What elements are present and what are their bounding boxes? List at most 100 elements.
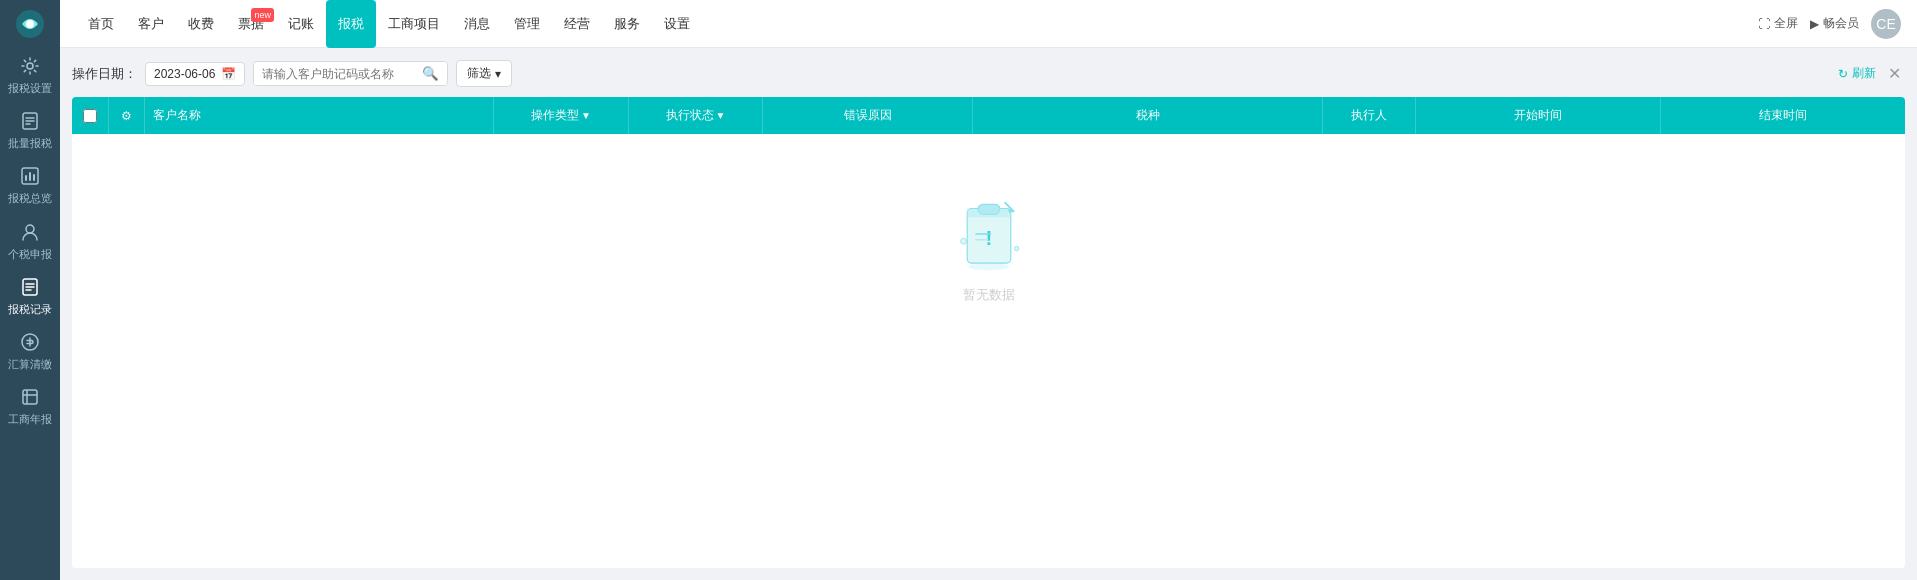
topnav-item-receivable[interactable]: 收费	[176, 0, 226, 48]
th-executor: 执行人	[1323, 97, 1416, 134]
topnav-item-message[interactable]: 消息	[452, 0, 502, 48]
svg-point-30	[1014, 246, 1018, 250]
filter-icon-op[interactable]: ▼	[581, 110, 591, 121]
th-error-reason: 错误原因	[763, 97, 973, 134]
empty-illustration: !	[949, 194, 1029, 274]
fullscreen-label: 全屏	[1774, 15, 1798, 32]
personal-tax-icon	[20, 222, 40, 245]
topnav-label: 报税	[338, 15, 364, 33]
topnav-label: 首页	[88, 15, 114, 33]
svg-rect-22	[967, 209, 1011, 218]
svg-point-2	[27, 63, 33, 69]
member-label: 畅会员	[1823, 15, 1859, 32]
th-gear: ⚙	[108, 97, 144, 134]
main-area: 首页 客户 收费票据new 记账 报税 工商项目 消息 管理 经营 服务 设置 ⛶ 全屏 ▶ 畅会员…	[60, 0, 1917, 580]
toolbar: 操作日期： 2023-06-06 📅 🔍 筛选 ▾ ↻ 刷新 ✕	[72, 60, 1905, 87]
refresh-icon: ↻	[1838, 67, 1848, 81]
topnav-right: ⛶ 全屏 ▶ 畅会员 CE	[1758, 9, 1901, 39]
chevron-down-icon: ▾	[495, 67, 501, 81]
svg-point-28	[968, 263, 1009, 270]
annual-report-icon	[20, 387, 40, 410]
th-tax-type: 税种	[973, 97, 1323, 134]
sidebar-item-annual-report[interactable]: 工商年报	[0, 379, 60, 434]
sidebar-item-label: 汇算清缴	[8, 358, 52, 371]
th-customer-name: 客户名称	[144, 97, 494, 134]
topnav-item-invoice[interactable]: 票据new	[226, 0, 276, 48]
topnav-item-manage[interactable]: 管理	[502, 0, 552, 48]
topnav-label: 经营	[564, 15, 590, 33]
topnav-item-accounting[interactable]: 记账	[276, 0, 326, 48]
sidebar-item-settlement[interactable]: 汇算清缴	[0, 324, 60, 379]
topnav-label: 设置	[664, 15, 690, 33]
empty-text: 暂无数据	[963, 286, 1015, 304]
search-input[interactable]	[254, 63, 414, 85]
sidebar-item-label: 批量报税	[8, 137, 52, 150]
sidebar-item-label: 个税申报	[8, 248, 52, 261]
member-button[interactable]: ▶ 畅会员	[1810, 15, 1859, 32]
member-icon: ▶	[1810, 17, 1819, 31]
th-start-time: 开始时间	[1415, 97, 1660, 134]
table-container: ⚙ 客户名称 操作类型 ▼ 执行状态 ▼ 错误原因 税种 执行人 开始时间	[72, 97, 1905, 568]
fullscreen-icon: ⛶	[1758, 17, 1770, 31]
th-exec-status: 执行状态 ▼	[628, 97, 763, 134]
tax-overview-icon	[20, 166, 40, 189]
fullscreen-button[interactable]: ⛶ 全屏	[1758, 15, 1798, 32]
search-button[interactable]: 🔍	[414, 62, 447, 85]
content-area: 操作日期： 2023-06-06 📅 🔍 筛选 ▾ ↻ 刷新 ✕	[60, 48, 1917, 580]
filter-label: 筛选	[467, 65, 491, 82]
topnav-item-home[interactable]: 首页	[76, 0, 126, 48]
sidebar-item-tax-overview[interactable]: 报税总览	[0, 158, 60, 213]
sidebar-item-tax-settings[interactable]: 报税设置	[0, 48, 60, 103]
sidebar-item-batch-tax[interactable]: 批量报税	[0, 103, 60, 158]
topnav-label: 工商项目	[388, 15, 440, 33]
th-operation-type: 操作类型 ▼	[494, 97, 629, 134]
tax-records-icon	[20, 277, 40, 300]
records-table: ⚙ 客户名称 操作类型 ▼ 执行状态 ▼ 错误原因 税种 执行人 开始时间	[72, 97, 1905, 134]
topnav-item-tax[interactable]: 报税	[326, 0, 376, 48]
sidebar-item-label: 报税总览	[8, 192, 52, 205]
batch-tax-icon	[20, 111, 40, 134]
topnav-label: 管理	[514, 15, 540, 33]
filter-button[interactable]: 筛选 ▾	[456, 60, 512, 87]
refresh-button[interactable]: ↻ 刷新	[1838, 65, 1876, 82]
topnav-item-customer[interactable]: 客户	[126, 0, 176, 48]
topnav-label: 收费	[188, 15, 214, 33]
topnav-item-bizproject[interactable]: 工商项目	[376, 0, 452, 48]
empty-state: ! 暂无数据	[72, 134, 1905, 364]
date-value: 2023-06-06	[154, 67, 215, 81]
date-picker[interactable]: 2023-06-06 📅	[145, 62, 245, 86]
close-button[interactable]: ✕	[1884, 62, 1905, 85]
th-checkbox	[72, 97, 108, 134]
calendar-icon: 📅	[221, 67, 236, 81]
sidebar-item-label: 报税记录	[8, 303, 52, 316]
th-end-time: 结束时间	[1660, 97, 1905, 134]
select-all-checkbox[interactable]	[83, 109, 97, 123]
sidebar-item-label: 工商年报	[8, 413, 52, 426]
new-badge: new	[251, 8, 274, 22]
avatar[interactable]: CE	[1871, 9, 1901, 39]
topnav-item-operation[interactable]: 经营	[552, 0, 602, 48]
topnav-label: 记账	[288, 15, 314, 33]
svg-point-29	[960, 238, 966, 244]
date-label: 操作日期：	[72, 65, 137, 83]
topnav-label: 消息	[464, 15, 490, 33]
tax-settings-icon	[20, 56, 40, 79]
settlement-icon	[20, 332, 40, 355]
topnav-label: 服务	[614, 15, 640, 33]
topnav-item-settings[interactable]: 设置	[652, 0, 702, 48]
topnav: 首页 客户 收费票据new 记账 报税 工商项目 消息 管理 经营 服务 设置 ⛶ 全屏 ▶ 畅会员…	[60, 0, 1917, 48]
sidebar-item-personal-tax[interactable]: 个税申报	[0, 214, 60, 269]
gear-icon[interactable]: ⚙	[121, 109, 132, 123]
svg-text:!: !	[985, 227, 992, 249]
filter-icon-exec[interactable]: ▼	[716, 110, 726, 121]
sidebar: 报税设置 批量报税 报税总览 个税申报 报税记录 汇算清缴 工商年报	[0, 0, 60, 580]
svg-point-11	[26, 225, 34, 233]
refresh-label: 刷新	[1852, 65, 1876, 82]
topnav-item-service[interactable]: 服务	[602, 0, 652, 48]
svg-point-1	[26, 20, 34, 28]
sidebar-item-tax-records[interactable]: 报税记录	[0, 269, 60, 324]
topnav-label: 客户	[138, 15, 164, 33]
sidebar-logo	[0, 0, 60, 48]
table-header-row: ⚙ 客户名称 操作类型 ▼ 执行状态 ▼ 错误原因 税种 执行人 开始时间	[72, 97, 1905, 134]
search-box: 🔍	[253, 61, 448, 86]
